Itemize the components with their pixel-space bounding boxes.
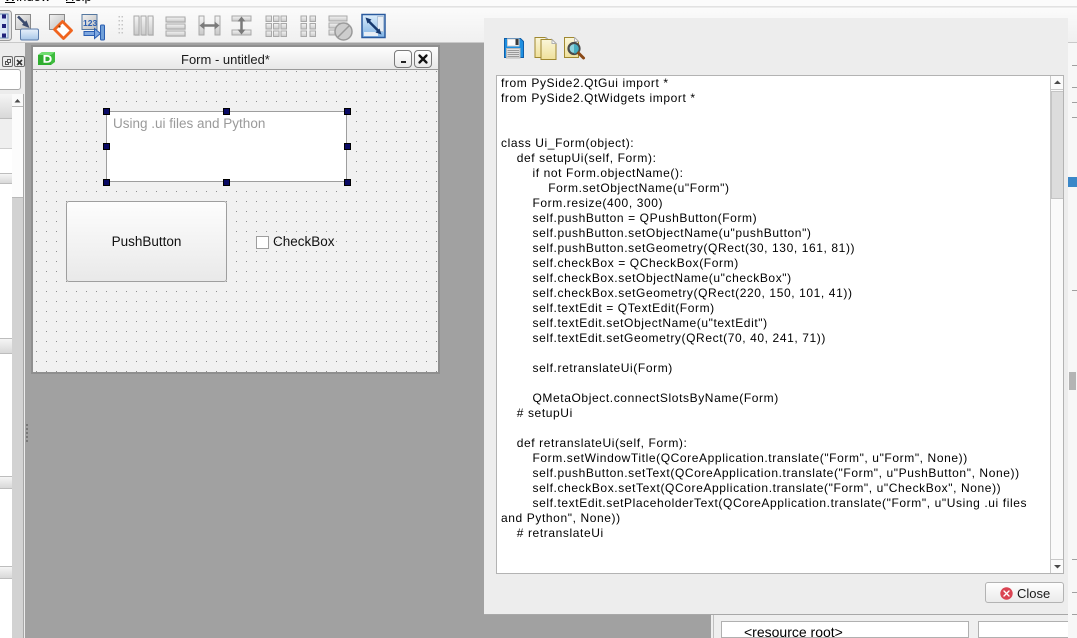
svg-text:123: 123 xyxy=(83,18,97,28)
